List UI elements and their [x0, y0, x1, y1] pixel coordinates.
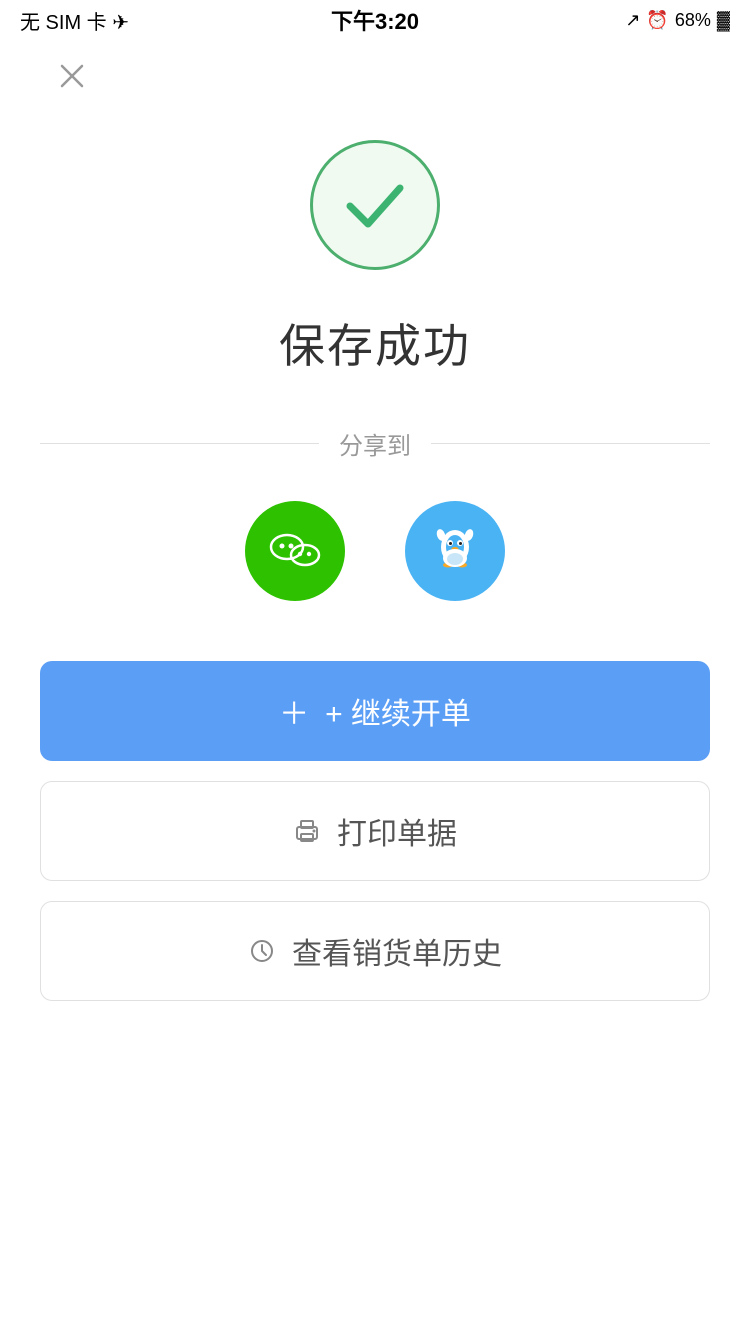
- share-qq-button[interactable]: [405, 501, 505, 601]
- battery-icon: ▓: [717, 10, 730, 31]
- print-button[interactable]: 打印单据: [40, 781, 710, 881]
- sim-status: 无 SIM 卡 ✈: [20, 6, 129, 35]
- share-wechat-button[interactable]: [245, 501, 345, 601]
- alarm-icon: ⏰: [646, 10, 668, 31]
- action-buttons: ＋ + 继续开单 打印单据 查看销货单历史: [0, 661, 750, 1001]
- print-icon: [293, 817, 321, 845]
- location-icon: ↗: [625, 10, 640, 31]
- status-time: 下午3:20: [331, 4, 419, 36]
- continue-order-button[interactable]: ＋ + 继续开单: [40, 661, 710, 761]
- print-label: 打印单据: [337, 809, 457, 853]
- divider-line-left: [40, 443, 319, 444]
- battery-percent: 68%: [675, 10, 711, 31]
- divider-line-right: [431, 443, 710, 444]
- share-divider: 分享到: [0, 426, 750, 461]
- success-title: 保存成功: [279, 310, 471, 376]
- success-icon-circle: [310, 140, 440, 270]
- main-content: 保存成功 分享到: [0, 40, 750, 1001]
- history-label: 查看销货单历史: [292, 929, 502, 973]
- wechat-icon: [265, 521, 325, 581]
- history-icon: [248, 937, 276, 965]
- status-right: ↗ ⏰ 68% ▓: [625, 10, 730, 31]
- status-left: 无 SIM 卡 ✈: [20, 6, 129, 35]
- share-icons-row: [245, 501, 505, 601]
- status-bar: 无 SIM 卡 ✈ 下午3:20 ↗ ⏰ 68% ▓: [0, 0, 750, 40]
- close-button[interactable]: [50, 54, 94, 98]
- plus-icon: ＋: [279, 689, 309, 733]
- checkmark-icon: [340, 170, 410, 240]
- qq-icon: [425, 521, 485, 581]
- share-label: 分享到: [319, 426, 431, 461]
- history-button[interactable]: 查看销货单历史: [40, 901, 710, 1001]
